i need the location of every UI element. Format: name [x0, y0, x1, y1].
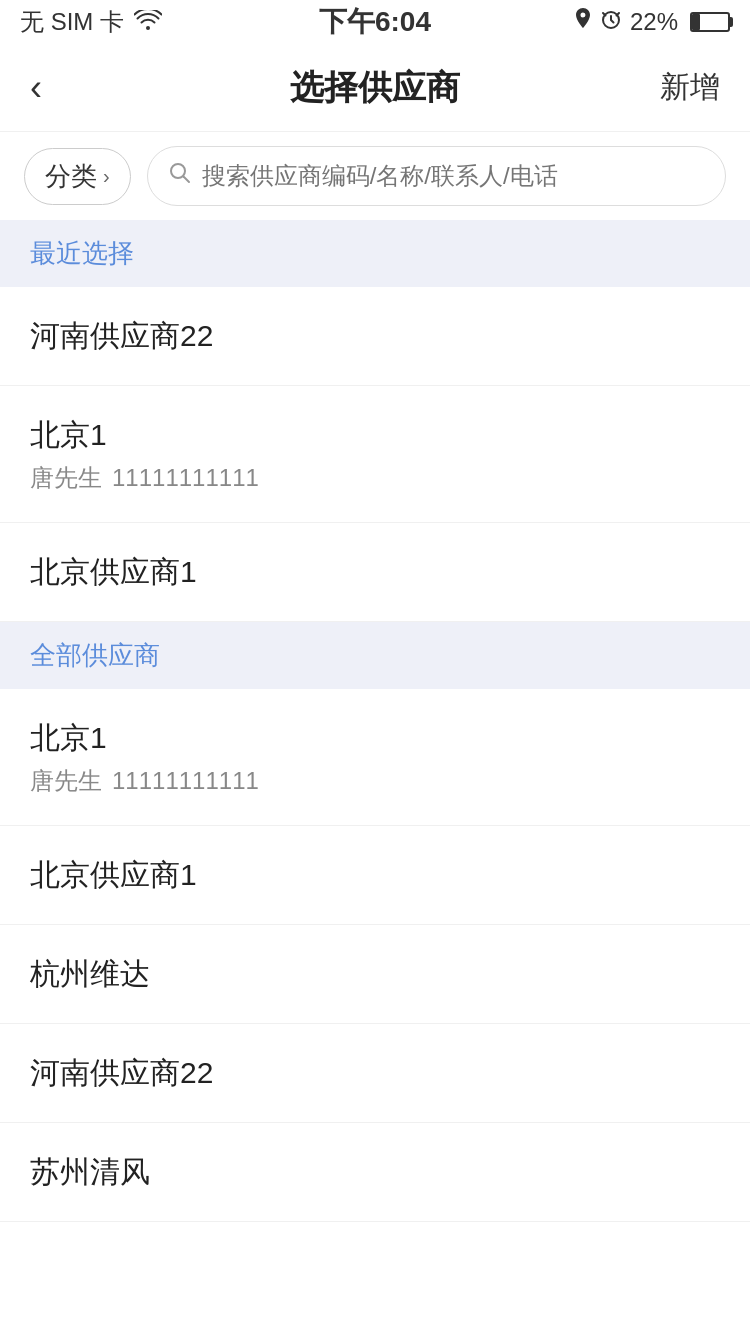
status-bar: 无 SIM 卡 下午6:04 22%: [0, 0, 750, 44]
alarm-icon: [600, 8, 622, 36]
list-item[interactable]: 河南供应商22: [0, 287, 750, 386]
list-item[interactable]: 北京1 唐先生 11111111111: [0, 689, 750, 826]
item-phone: 11111111111: [112, 464, 259, 491]
list-item[interactable]: 北京供应商1: [0, 523, 750, 622]
item-name: 河南供应商22: [30, 1052, 720, 1094]
location-icon: [574, 8, 592, 36]
search-icon: [168, 161, 192, 191]
back-button[interactable]: ‹: [30, 67, 90, 109]
item-phone: 11111111111: [112, 767, 259, 794]
list-item[interactable]: 苏州清风: [0, 1123, 750, 1222]
item-contact: 唐先生: [30, 464, 102, 491]
recent-section-label: 最近选择: [30, 238, 134, 268]
search-box: [147, 146, 726, 206]
recent-items-list: 河南供应商22 北京1 唐先生 11111111111 北京供应商1: [0, 287, 750, 622]
list-item[interactable]: 北京1 唐先生 11111111111: [0, 386, 750, 523]
item-name: 河南供应商22: [30, 315, 720, 357]
all-section-label: 全部供应商: [30, 640, 160, 670]
item-name: 北京供应商1: [30, 854, 720, 896]
list-item[interactable]: 北京供应商1: [0, 826, 750, 925]
carrier-label: 无 SIM 卡: [20, 6, 124, 38]
status-time: 下午6:04: [319, 3, 431, 41]
item-sub: 唐先生 11111111111: [30, 765, 720, 797]
item-name: 北京1: [30, 717, 720, 759]
item-name: 北京供应商1: [30, 551, 720, 593]
category-label: 分类: [45, 159, 97, 194]
nav-bar: ‹ 选择供应商 新增: [0, 44, 750, 132]
status-right: 22%: [574, 8, 730, 36]
chevron-right-icon: ›: [103, 165, 110, 188]
filter-bar: 分类 ›: [0, 132, 750, 220]
add-button[interactable]: 新增: [660, 67, 720, 108]
status-left: 无 SIM 卡: [20, 6, 162, 38]
item-name: 苏州清风: [30, 1151, 720, 1193]
battery-icon: [690, 12, 730, 32]
all-items-list: 北京1 唐先生 11111111111 北京供应商1 杭州维达河南供应商22 苏州清风: [0, 689, 750, 1222]
item-name: 杭州维达: [30, 953, 720, 995]
all-section-header: 全部供应商: [0, 622, 750, 689]
recent-section-header: 最近选择: [0, 220, 750, 287]
wifi-icon: [134, 8, 162, 36]
page-title: 选择供应商: [290, 65, 460, 111]
search-input[interactable]: [202, 162, 705, 190]
item-sub: 唐先生 11111111111: [30, 462, 720, 494]
battery-percent: 22%: [630, 8, 678, 36]
item-name: 北京1: [30, 414, 720, 456]
item-contact: 唐先生: [30, 767, 102, 794]
list-item[interactable]: 杭州维达: [0, 925, 750, 1024]
list-item[interactable]: 河南供应商22: [0, 1024, 750, 1123]
category-button[interactable]: 分类 ›: [24, 148, 131, 205]
